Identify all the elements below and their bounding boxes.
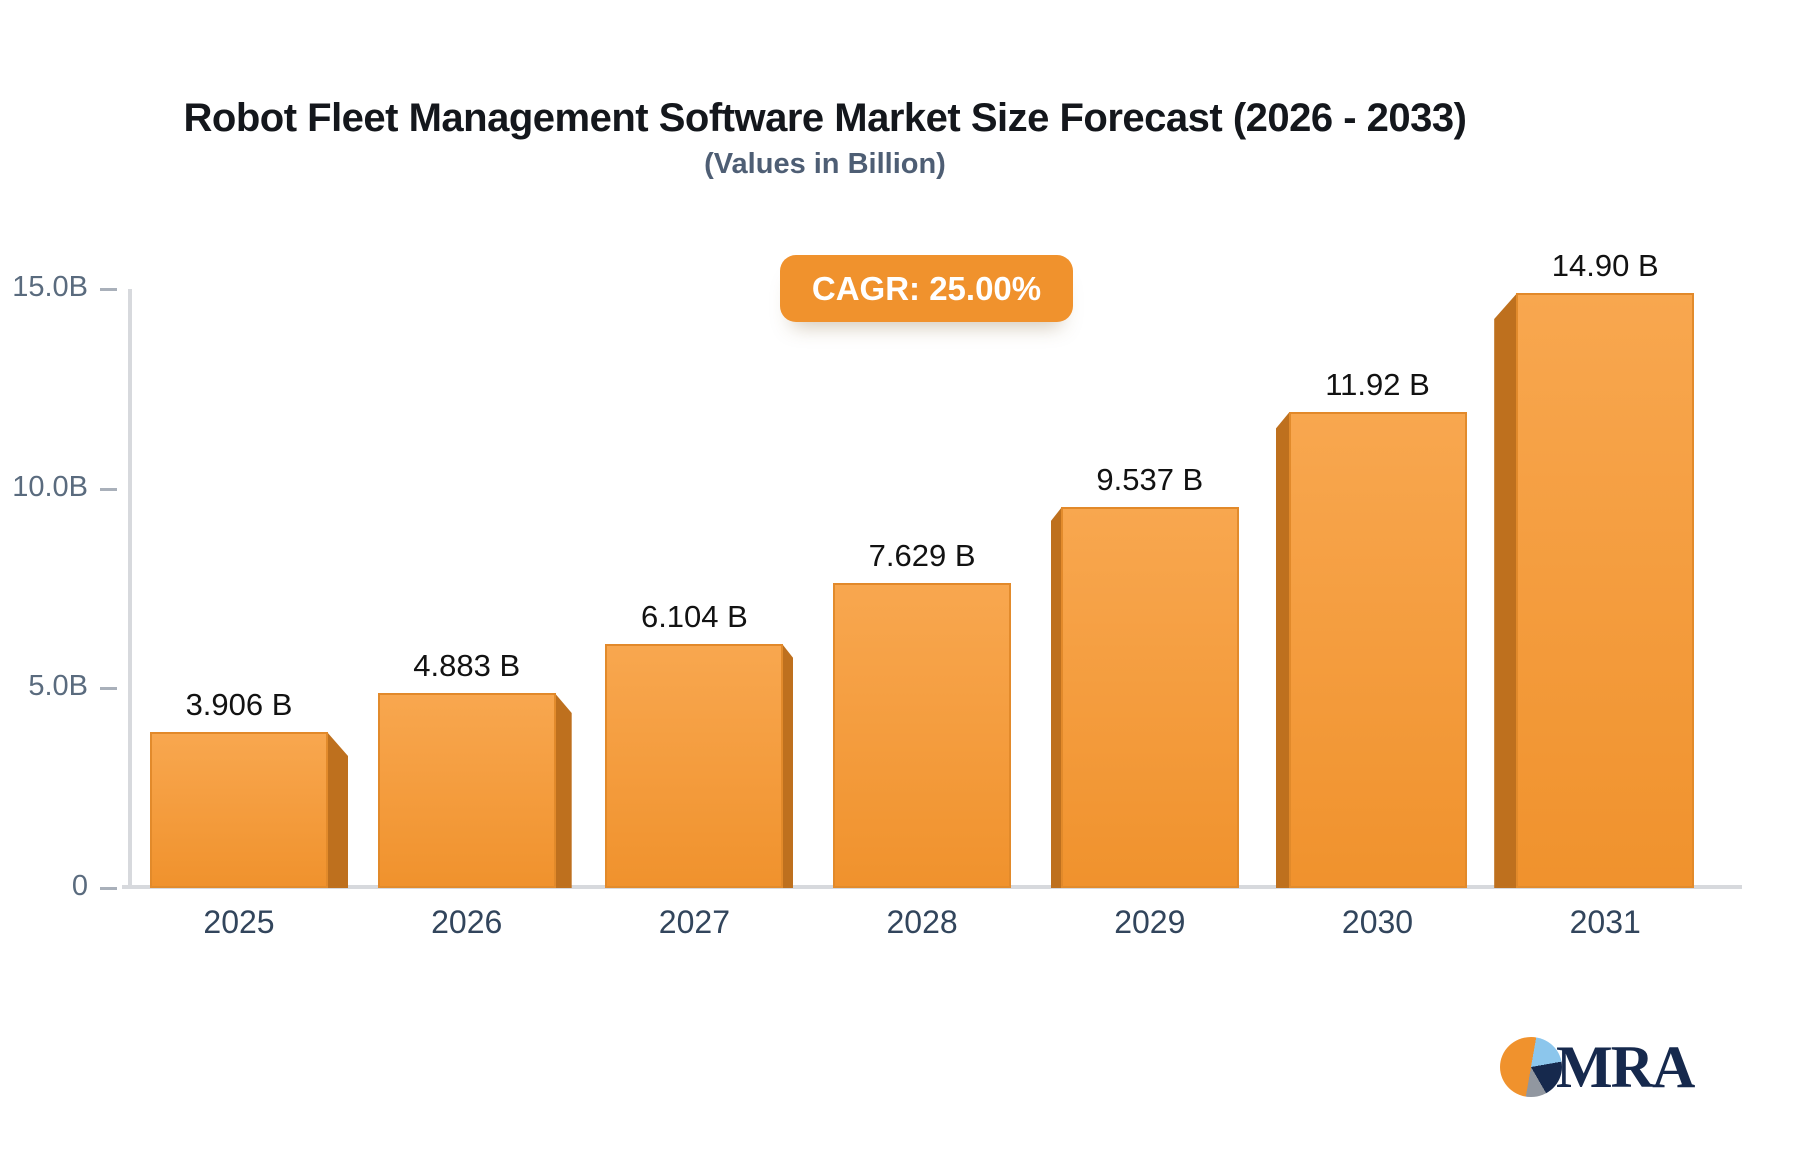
y-tick-label: 10.0B — [12, 470, 88, 503]
y-tick-label: 5.0B — [28, 670, 88, 703]
x-axis-label-2026: 2026 — [431, 904, 503, 940]
bar-side-face — [1494, 292, 1518, 888]
y-tick-mark — [100, 487, 117, 491]
bar-2031[interactable] — [1516, 292, 1695, 888]
chart-canvas: Robot Fleet Management Software Market S… — [0, 0, 1800, 1156]
plot-area: 0 5.0B 10.0B 15.0B 3.906 B 2025 4.883 B 2026 6.1… — [0, 0, 1800, 1156]
bar-side-face — [782, 644, 794, 888]
bar-side-face — [1275, 411, 1290, 888]
bar-2025[interactable] — [150, 732, 328, 888]
x-axis-label-2027: 2027 — [658, 904, 730, 940]
x-axis-label-2029: 2029 — [1114, 904, 1186, 940]
x-axis-label-2028: 2028 — [886, 904, 958, 940]
bar-2030[interactable] — [1288, 411, 1467, 888]
bar-side-face — [327, 732, 348, 888]
bar-value-label: 6.104 B — [640, 599, 748, 635]
bar-value-label: 7.629 B — [868, 538, 976, 574]
brand-logo-text: MRA — [1556, 1034, 1695, 1100]
y-tick-label: 0 — [71, 870, 88, 902]
bar-2028[interactable] — [833, 583, 1012, 888]
bar-value-label: 3.906 B — [185, 687, 293, 723]
bar-value-label: 9.537 B — [1096, 462, 1204, 498]
bar-2027[interactable] — [605, 644, 784, 888]
bar-2029[interactable] — [1060, 507, 1239, 888]
bar-side-face — [554, 693, 572, 888]
bar-value-label: 4.883 B — [413, 648, 521, 683]
bar-value-label: 14.90 B — [1551, 247, 1659, 283]
bar-value-label: 11.92 B — [1325, 366, 1430, 402]
x-axis-label-2025: 2025 — [203, 904, 275, 940]
y-tick-mark — [100, 687, 117, 691]
x-axis-label-2031: 2031 — [1569, 904, 1641, 940]
brand-logo: MRA — [1500, 1034, 1695, 1100]
y-axis-line — [128, 289, 132, 888]
y-tick-mark — [100, 887, 117, 890]
pie-chart-icon — [1500, 1037, 1562, 1097]
x-axis-label-2030: 2030 — [1341, 904, 1414, 940]
y-tick-mark — [100, 288, 117, 291]
y-tick-label: 15.0B — [12, 271, 88, 303]
bar-2026[interactable] — [377, 693, 556, 888]
